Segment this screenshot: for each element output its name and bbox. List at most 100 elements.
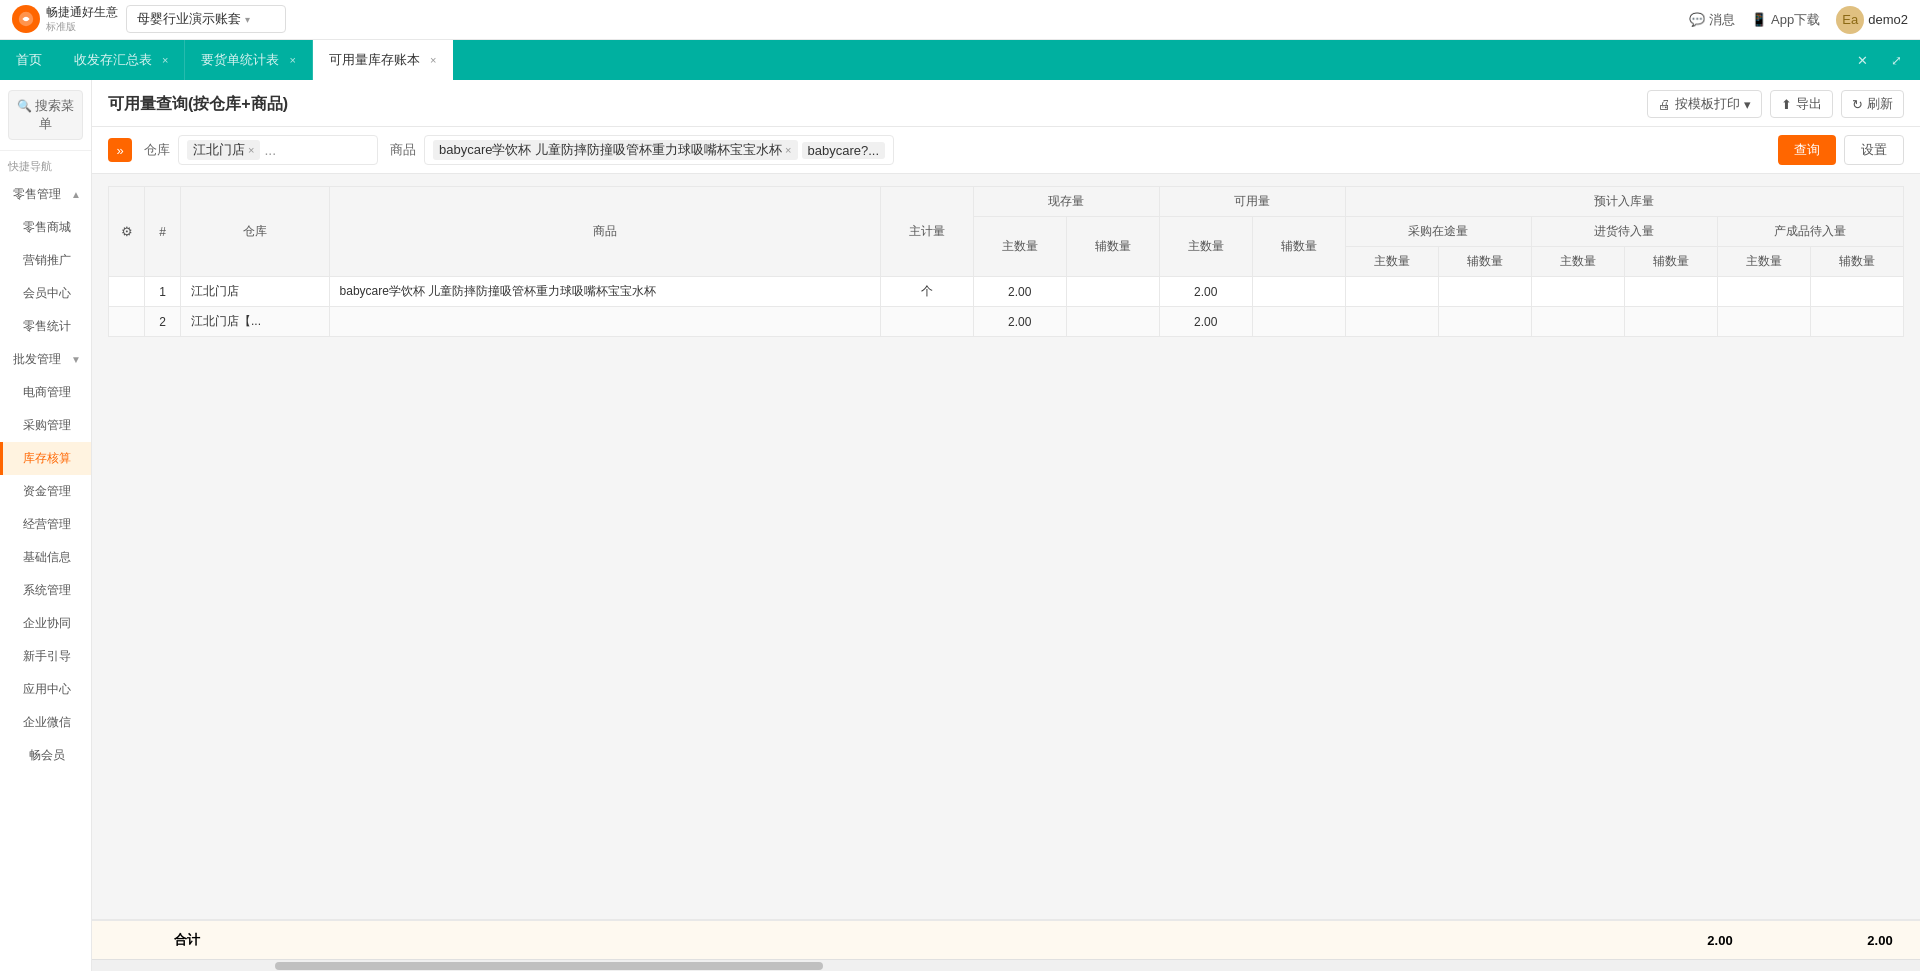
sidebar-item-zero-sales-mgmt[interactable]: 零售管理 ▲ bbox=[0, 178, 91, 211]
sidebar-item-marketing[interactable]: 营销推广 bbox=[0, 244, 91, 277]
sidebar-search-area: 🔍 搜索菜单 bbox=[0, 80, 91, 151]
footer-available-main-total: 2.00 bbox=[1840, 927, 1920, 953]
footer-total-label: 合计 bbox=[164, 927, 284, 953]
sidebar-item-ecom-mgmt[interactable]: 电商管理 bbox=[0, 376, 91, 409]
col-warehouse-header: 仓库 bbox=[181, 187, 330, 277]
close-tab-collection-summary[interactable]: × bbox=[162, 54, 168, 66]
main-layout: 🔍 搜索菜单 快捷导航 零售管理 ▲ 零售商城 营销推广 会员中心 零售统计 批… bbox=[0, 80, 1920, 971]
row-settings[interactable] bbox=[109, 307, 145, 337]
product-tags-input[interactable]: babycare学饮杯 儿童防摔防撞吸管杯重力球吸嘴杯宝宝水杯 × babyca… bbox=[424, 135, 894, 165]
query-button[interactable]: 查询 bbox=[1778, 135, 1836, 165]
sidebar-item-member-center[interactable]: 会员中心 bbox=[0, 277, 91, 310]
settings-button[interactable]: 设置 bbox=[1844, 135, 1904, 165]
printer-icon: 🖨 bbox=[1658, 97, 1671, 112]
product-tag-close-0[interactable]: × bbox=[785, 144, 791, 156]
refresh-icon: ↻ bbox=[1852, 97, 1863, 112]
sidebar-item-basic-info[interactable]: 基础信息 bbox=[0, 541, 91, 574]
col-current-stock-header: 现存量 bbox=[973, 187, 1159, 217]
row-current-main: 2.00 bbox=[973, 277, 1066, 307]
app-download-label: App下载 bbox=[1771, 11, 1820, 29]
row-pt-sub bbox=[1438, 307, 1531, 337]
avatar-initials: Ea bbox=[1842, 12, 1858, 27]
warehouse-dots[interactable]: ... bbox=[264, 142, 276, 158]
col-unit-header: 主计量 bbox=[880, 187, 973, 277]
sidebar-item-enterprise-collab[interactable]: 企业协同 bbox=[0, 607, 91, 640]
tab-collection-summary[interactable]: 收发存汇总表 × bbox=[58, 40, 185, 80]
available-sub-qty-header: 辅数量 bbox=[1252, 217, 1345, 277]
row-available-sub bbox=[1252, 277, 1345, 307]
close-tab-available-inventory[interactable]: × bbox=[430, 54, 436, 66]
sidebar-item-sys-mgmt[interactable]: 系统管理 bbox=[0, 574, 91, 607]
sidebar-item-enterprise-wechat[interactable]: 企业微信 bbox=[0, 706, 91, 739]
scrollbar-thumb[interactable] bbox=[275, 962, 823, 970]
export-button[interactable]: ⬆ 导出 bbox=[1770, 90, 1833, 118]
fullscreen-button[interactable]: ⤢ bbox=[1880, 44, 1912, 76]
export-label: 导出 bbox=[1796, 95, 1822, 113]
col-settings-header[interactable]: ⚙ bbox=[109, 187, 145, 277]
product-pending-header: 产成品待入量 bbox=[1717, 217, 1903, 247]
footer-spacer1 bbox=[92, 927, 128, 953]
row-pt-sub bbox=[1438, 277, 1531, 307]
prod-main-header: 主数量 bbox=[1717, 247, 1810, 277]
sidebar-item-finance-mgmt[interactable]: 资金管理 bbox=[0, 475, 91, 508]
sidebar-item-wholesale-mgmt[interactable]: 批发管理 ▼ bbox=[0, 343, 91, 376]
warehouse-tag-close[interactable]: × bbox=[248, 144, 254, 156]
page-header: 可用量查询(按仓库+商品) 🖨 按模板打印 ▾ ⬆ 导出 ↻ 刷新 bbox=[92, 80, 1920, 127]
row-unit bbox=[880, 307, 973, 337]
sidebar-item-new-guide[interactable]: 新手引导 bbox=[0, 640, 91, 673]
refresh-button[interactable]: ↻ 刷新 bbox=[1841, 90, 1904, 118]
sidebar-item-vip-member[interactable]: 畅会员 bbox=[0, 739, 91, 772]
product-tag-0[interactable]: babycare学饮杯 儿童防摔防撞吸管杯重力球吸嘴杯宝宝水杯 × bbox=[433, 140, 798, 160]
tab-available-inventory[interactable]: 可用量库存账本 × bbox=[313, 40, 453, 80]
row-no: 1 bbox=[145, 277, 181, 307]
sidebar-item-purchase-mgmt[interactable]: 采购管理 bbox=[0, 409, 91, 442]
row-available-main: 2.00 bbox=[1159, 277, 1252, 307]
horizontal-scrollbar[interactable] bbox=[92, 959, 1920, 971]
row-available-main: 2.00 bbox=[1159, 307, 1252, 337]
phone-icon: 📱 bbox=[1751, 12, 1767, 27]
sidebar-item-app-center[interactable]: 应用中心 bbox=[0, 673, 91, 706]
app-download-button[interactable]: 📱 App下载 bbox=[1751, 11, 1820, 29]
sidebar-item-vip-member-label: 畅会员 bbox=[29, 747, 65, 764]
print-template-button[interactable]: 🖨 按模板打印 ▾ bbox=[1647, 90, 1762, 118]
store-selector[interactable]: 母婴行业演示账套 ▾ bbox=[126, 5, 286, 33]
row-settings[interactable] bbox=[109, 277, 145, 307]
close-all-tabs-button[interactable]: ✕ bbox=[1846, 44, 1878, 76]
col-available-header: 可用量 bbox=[1159, 187, 1345, 217]
message-button[interactable]: 💬 消息 bbox=[1689, 11, 1735, 29]
warehouse-tags-input[interactable]: 江北门店 × ... bbox=[178, 135, 378, 165]
warehouse-tag-0[interactable]: 江北门店 × bbox=[187, 140, 260, 160]
row-current-main: 2.00 bbox=[973, 307, 1066, 337]
tab-order-stats[interactable]: 要货单统计表 × bbox=[185, 40, 312, 80]
sidebar-item-member-center-label: 会员中心 bbox=[23, 285, 71, 302]
chevron-icon: ▲ bbox=[71, 189, 81, 200]
purchase-pending-header: 进货待入量 bbox=[1531, 217, 1717, 247]
filter-expand-button[interactable]: » bbox=[108, 138, 132, 162]
table-container: ⚙ # 仓库 商品 主计量 现存量 可用量 预计入库量 主数量 辅数量 主数量 bbox=[92, 174, 1920, 919]
sidebar-item-zero-mall[interactable]: 零售商城 bbox=[0, 211, 91, 244]
user-profile[interactable]: Ea demo2 bbox=[1836, 6, 1908, 34]
refresh-label: 刷新 bbox=[1867, 95, 1893, 113]
row-prod-main bbox=[1717, 307, 1810, 337]
footer-current-main-total: 2.00 bbox=[1680, 927, 1760, 953]
export-icon: ⬆ bbox=[1781, 97, 1792, 112]
nav-right-controls: ✕ ⤢ bbox=[1846, 44, 1920, 76]
nav-tabs: 首页 收发存汇总表 × 要货单统计表 × 可用量库存账本 × ✕ ⤢ bbox=[0, 40, 1920, 80]
sidebar-search-button[interactable]: 🔍 搜索菜单 bbox=[8, 90, 83, 140]
product-tag-1[interactable]: babycare?... bbox=[802, 142, 886, 159]
sidebar-item-zero-stats[interactable]: 零售统计 bbox=[0, 310, 91, 343]
row-product: babycare学饮杯 儿童防摔防撞吸管杯重力球吸嘴杯宝宝水杯 bbox=[329, 277, 880, 307]
close-tab-order-stats[interactable]: × bbox=[289, 54, 295, 66]
sidebar-item-inventory-check[interactable]: 库存核算 bbox=[0, 442, 91, 475]
row-warehouse: 江北门店 bbox=[181, 277, 330, 307]
sidebar-item-ops-label: 经营管理 bbox=[23, 516, 71, 533]
top-bar-right: 💬 消息 📱 App下载 Ea demo2 bbox=[1689, 6, 1908, 34]
row-warehouse: 江北门店【... bbox=[181, 307, 330, 337]
settings-icon: ⚙ bbox=[121, 224, 133, 239]
footer-current-sub-spacer bbox=[1760, 927, 1840, 953]
sidebar-item-ops-mgmt[interactable]: 经营管理 bbox=[0, 508, 91, 541]
row-pp-sub bbox=[1624, 277, 1717, 307]
current-sub-qty-header: 辅数量 bbox=[1066, 217, 1159, 277]
tab-home[interactable]: 首页 bbox=[0, 40, 58, 80]
page-title: 可用量查询(按仓库+商品) bbox=[108, 94, 288, 115]
